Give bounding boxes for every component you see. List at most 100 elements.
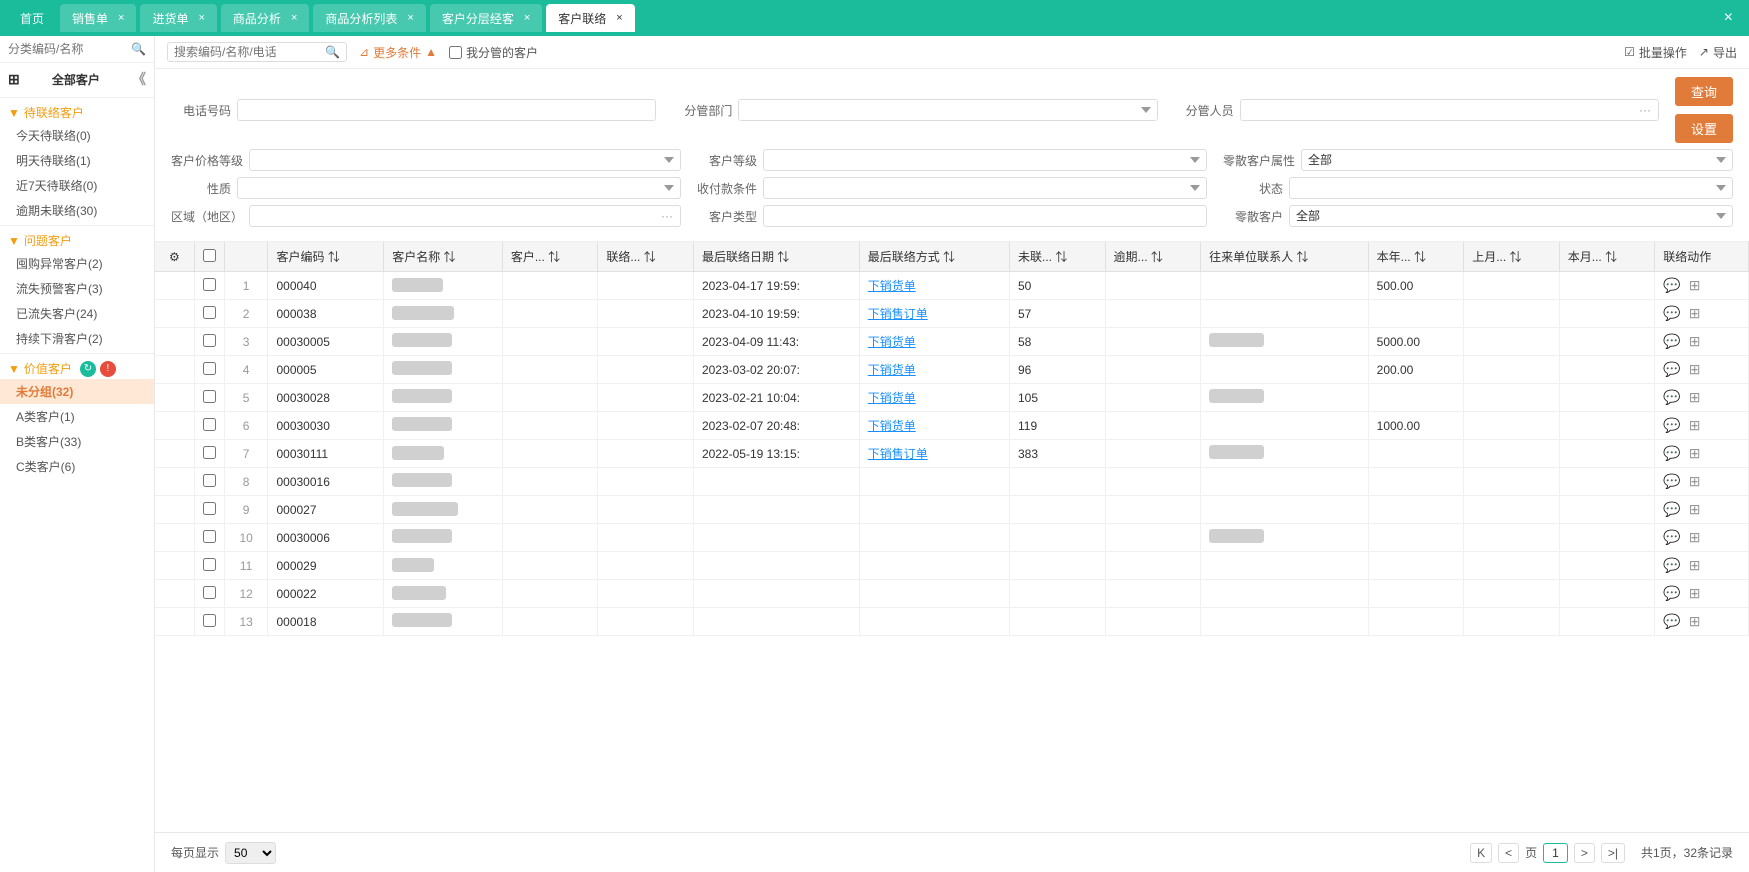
col-last-date[interactable]: 最后联络日期 ⇅ xyxy=(693,242,859,272)
grid-action-icon[interactable]: ⊞ xyxy=(1689,305,1701,322)
prev-page-btn[interactable]: < xyxy=(1498,843,1519,863)
row-checkbox[interactable] xyxy=(194,440,224,468)
row-checkbox[interactable] xyxy=(194,468,224,496)
row-checkbox[interactable] xyxy=(194,300,224,328)
my-customers-check[interactable] xyxy=(449,46,462,59)
col-this-month[interactable]: 本月... ⇅ xyxy=(1559,242,1655,272)
collapse-sidebar-btn[interactable]: 《 xyxy=(132,69,146,89)
sidebar-item-churn-warn[interactable]: 流失预警客户(3) xyxy=(0,276,154,301)
pending-group-label[interactable]: ▼ 待联络客户 xyxy=(0,100,154,123)
chat-icon[interactable]: 💬 xyxy=(1663,585,1680,602)
batch-op-btn[interactable]: ☑ 批量操作 xyxy=(1624,44,1687,61)
row-checkbox[interactable] xyxy=(194,580,224,608)
search-icon[interactable]: 🔍 xyxy=(325,45,340,59)
filter-payment-select[interactable] xyxy=(763,177,1207,199)
grid-action-icon[interactable]: ⊞ xyxy=(1689,613,1701,630)
chat-icon[interactable]: 💬 xyxy=(1663,389,1680,406)
select-all-checkbox[interactable] xyxy=(203,249,216,262)
col-code[interactable]: 客户编码 ⇅ xyxy=(268,242,384,272)
row-checkbox[interactable] xyxy=(194,524,224,552)
close-product-tab[interactable]: × xyxy=(291,12,297,24)
row-checkbox[interactable] xyxy=(194,328,224,356)
value-group-label[interactable]: ▼ 价值客户 ↻ ! xyxy=(0,356,154,379)
sidebar-item-class-a[interactable]: A类客户(1) xyxy=(0,404,154,429)
filter-scatter-attr-select[interactable]: 全部 xyxy=(1301,149,1733,171)
tab-customer-contact[interactable]: 客户联络 × xyxy=(546,4,634,32)
col-type[interactable]: 客户... ⇅ xyxy=(502,242,598,272)
tab-customer-segment[interactable]: 客户分层经客 × xyxy=(430,4,542,32)
tab-sales[interactable]: 销售单 × xyxy=(60,4,136,32)
sidebar-item-class-c[interactable]: C类客户(6) xyxy=(0,454,154,479)
reset-button[interactable]: 设置 xyxy=(1675,114,1733,143)
row-checkbox[interactable] xyxy=(194,552,224,580)
sidebar-item-churned[interactable]: 已流失客户(24) xyxy=(0,301,154,326)
all-customers-header[interactable]: ⊞ 全部客户 《 xyxy=(0,63,154,95)
chat-icon[interactable]: 💬 xyxy=(1663,417,1680,434)
filter-scatter-select[interactable]: 全部 xyxy=(1289,205,1733,227)
col-overdue[interactable]: 逾期... ⇅ xyxy=(1105,242,1201,272)
col-contact[interactable]: 联络... ⇅ xyxy=(598,242,694,272)
grid-action-icon[interactable]: ⊞ xyxy=(1689,333,1701,350)
filter-manager-dots[interactable]: ··· xyxy=(1639,103,1651,117)
row-checkbox[interactable] xyxy=(194,272,224,300)
my-customers-checkbox[interactable]: 我分管的客户 xyxy=(449,44,538,61)
filter-customer-level-select[interactable] xyxy=(763,149,1207,171)
per-page-select[interactable]: 50 100 200 xyxy=(225,842,276,864)
filter-region-input[interactable] xyxy=(249,205,681,227)
close-all-icon[interactable]: × xyxy=(1716,9,1741,27)
filter-customer-type-input[interactable] xyxy=(763,205,1207,227)
chat-icon[interactable]: 💬 xyxy=(1663,557,1680,574)
query-button[interactable]: 查询 xyxy=(1675,77,1733,106)
grid-action-icon[interactable]: ⊞ xyxy=(1689,445,1701,462)
grid-action-icon[interactable]: ⊞ xyxy=(1689,277,1701,294)
first-page-btn[interactable]: K xyxy=(1470,843,1492,863)
value-refresh-icon[interactable]: ↻ xyxy=(80,361,96,377)
chat-icon[interactable]: 💬 xyxy=(1663,333,1680,350)
grid-action-icon[interactable]: ⊞ xyxy=(1689,417,1701,434)
chat-icon[interactable]: 💬 xyxy=(1663,361,1680,378)
chat-icon[interactable]: 💬 xyxy=(1663,277,1680,294)
more-conditions-btn[interactable]: ⊿ 更多条件 ▲ xyxy=(359,44,437,61)
sidebar-item-today-pending[interactable]: 今天待联络(0) xyxy=(0,123,154,148)
sidebar-item-week-pending[interactable]: 近7天待联络(0) xyxy=(0,173,154,198)
close-purchase-tab[interactable]: × xyxy=(198,12,204,24)
close-sales-tab[interactable]: × xyxy=(118,12,124,24)
grid-action-icon[interactable]: ⊞ xyxy=(1689,557,1701,574)
row-checkbox[interactable] xyxy=(194,356,224,384)
grid-action-icon[interactable]: ⊞ xyxy=(1689,529,1701,546)
current-page[interactable]: 1 xyxy=(1543,843,1568,863)
filter-price-level-select[interactable] xyxy=(249,149,681,171)
col-last-month[interactable]: 上月... ⇅ xyxy=(1464,242,1560,272)
filter-phone-input[interactable] xyxy=(237,99,656,121)
row-checkbox[interactable] xyxy=(194,384,224,412)
next-page-btn[interactable]: > xyxy=(1574,843,1595,863)
filter-region-dots[interactable]: ··· xyxy=(661,209,673,223)
filter-dept-select[interactable] xyxy=(738,99,1157,121)
filter-status-select[interactable] xyxy=(1289,177,1733,199)
col-name[interactable]: 客户名称 ⇅ xyxy=(384,242,503,272)
grid-action-icon[interactable]: ⊞ xyxy=(1689,585,1701,602)
row-checkbox[interactable] xyxy=(194,496,224,524)
chat-icon[interactable]: 💬 xyxy=(1663,473,1680,490)
chat-icon[interactable]: 💬 xyxy=(1663,305,1680,322)
grid-action-icon[interactable]: ⊞ xyxy=(1689,473,1701,490)
sidebar-item-declining[interactable]: 持续下滑客户(2) xyxy=(0,326,154,351)
grid-action-icon[interactable]: ⊞ xyxy=(1689,389,1701,406)
filter-manager-input[interactable] xyxy=(1240,99,1659,121)
tab-home[interactable]: 首页 xyxy=(8,4,56,32)
col-no-contact[interactable]: 未联... ⇅ xyxy=(1009,242,1105,272)
chat-icon[interactable]: 💬 xyxy=(1663,529,1680,546)
grid-action-icon[interactable]: ⊞ xyxy=(1689,501,1701,518)
tab-purchase[interactable]: 进货单 × xyxy=(140,4,216,32)
tab-product-list[interactable]: 商品分析列表 × xyxy=(313,4,425,32)
col-unit-contact[interactable]: 往来单位联系人 ⇅ xyxy=(1201,242,1369,272)
grid-action-icon[interactable]: ⊞ xyxy=(1689,361,1701,378)
sidebar-search-icon[interactable]: 🔍 xyxy=(131,42,146,56)
chat-icon[interactable]: 💬 xyxy=(1663,445,1680,462)
last-page-btn[interactable]: >| xyxy=(1601,843,1625,863)
search-input[interactable] xyxy=(174,45,321,59)
row-checkbox[interactable] xyxy=(194,608,224,636)
export-btn[interactable]: ↗ 导出 xyxy=(1699,44,1737,61)
filter-nature-select[interactable] xyxy=(237,177,681,199)
chat-icon[interactable]: 💬 xyxy=(1663,613,1680,630)
